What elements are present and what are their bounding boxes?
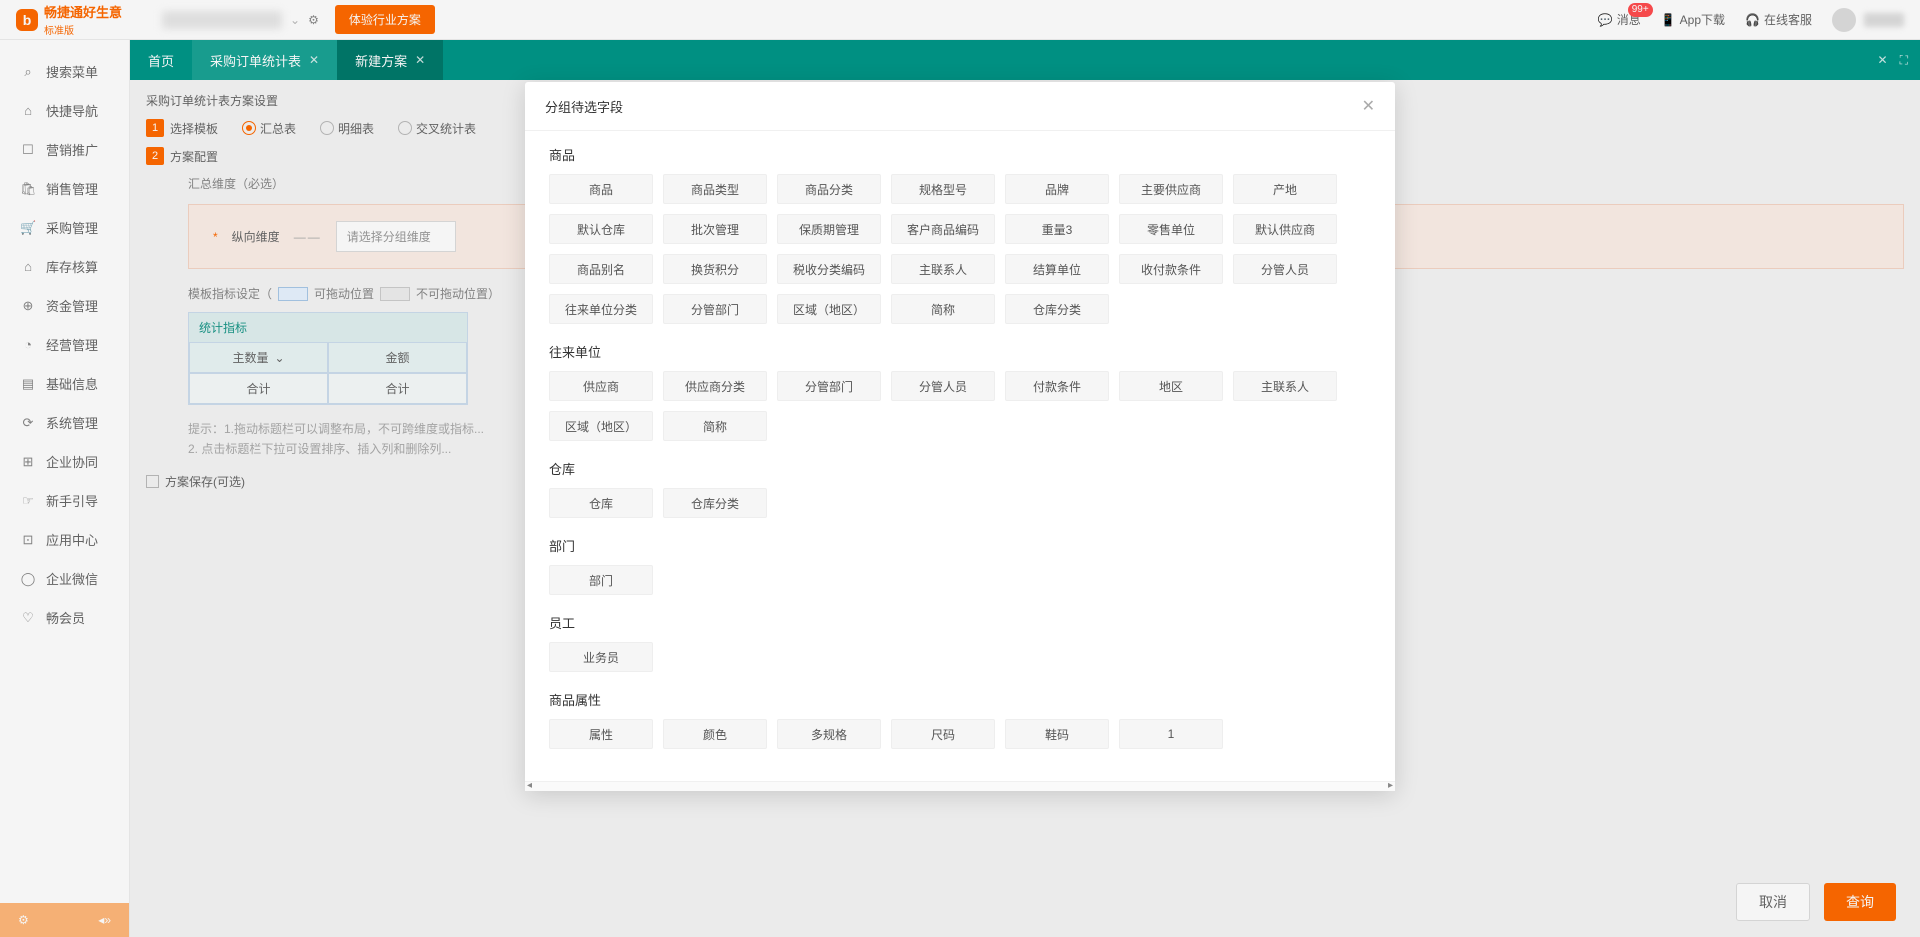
field-group-title: 仓库 xyxy=(549,459,1387,478)
field-chip[interactable]: 区域（地区） xyxy=(549,411,653,441)
field-chip[interactable]: 结算单位 xyxy=(1005,254,1109,284)
field-chip[interactable]: 客户商品编码 xyxy=(891,214,995,244)
modal-h-scrollbar[interactable] xyxy=(525,781,1395,791)
field-chip[interactable]: 供应商分类 xyxy=(663,371,767,401)
field-chip[interactable]: 付款条件 xyxy=(1005,371,1109,401)
field-chip[interactable]: 商品分类 xyxy=(777,174,881,204)
field-selector-modal: 分组待选字段 ✕ 商品商品商品类型商品分类规格型号品牌主要供应商产地默认仓库批次… xyxy=(525,82,1395,791)
field-chip[interactable]: 鞋码 xyxy=(1005,719,1109,749)
close-icon[interactable]: ✕ xyxy=(1362,96,1375,116)
chip-row: 仓库仓库分类 xyxy=(549,488,1387,518)
chip-row: 属性颜色多规格尺码鞋码 1 xyxy=(549,719,1387,749)
field-chip[interactable]: 主联系人 xyxy=(1233,371,1337,401)
field-chip[interactable]: 属性 xyxy=(549,719,653,749)
field-chip[interactable]: 品牌 xyxy=(1005,174,1109,204)
field-chip[interactable]: 分管部门 xyxy=(777,371,881,401)
field-chip[interactable]: 1 xyxy=(1119,719,1223,749)
field-chip[interactable]: 商品别名 xyxy=(549,254,653,284)
chip-row: 部门 xyxy=(549,565,1387,595)
field-chip[interactable]: 保质期管理 xyxy=(777,214,881,244)
field-chip[interactable]: 供应商 xyxy=(549,371,653,401)
field-chip[interactable]: 部门 xyxy=(549,565,653,595)
field-group-title: 往来单位 xyxy=(549,342,1387,361)
field-group: 商品商品商品类型商品分类规格型号品牌主要供应商产地默认仓库批次管理保质期管理客户… xyxy=(549,145,1387,324)
field-chip[interactable]: 地区 xyxy=(1119,371,1223,401)
field-chip[interactable]: 简称 xyxy=(891,294,995,324)
field-group: 部门部门 xyxy=(549,536,1387,595)
modal-header: 分组待选字段 ✕ xyxy=(525,82,1395,131)
field-chip[interactable]: 规格型号 xyxy=(891,174,995,204)
modal-overlay[interactable]: 分组待选字段 ✕ 商品商品商品类型商品分类规格型号品牌主要供应商产地默认仓库批次… xyxy=(0,0,1920,937)
field-chip[interactable]: 主联系人 xyxy=(891,254,995,284)
field-chip[interactable]: 业务员 xyxy=(549,642,653,672)
field-chip[interactable]: 仓库分类 xyxy=(663,488,767,518)
modal-title: 分组待选字段 xyxy=(545,97,623,116)
field-chip[interactable]: 仓库 xyxy=(549,488,653,518)
field-chip[interactable]: 零售单位 xyxy=(1119,214,1223,244)
field-chip[interactable]: 默认供应商 xyxy=(1233,214,1337,244)
field-group: 商品属性属性颜色多规格尺码鞋码 1 xyxy=(549,690,1387,749)
field-chip[interactable]: 区域（地区） xyxy=(777,294,881,324)
field-chip[interactable]: 默认仓库 xyxy=(549,214,653,244)
field-group-title: 部门 xyxy=(549,536,1387,555)
field-chip[interactable]: 分管人员 xyxy=(1233,254,1337,284)
field-chip[interactable]: 收付款条件 xyxy=(1119,254,1223,284)
field-chip[interactable]: 多规格 xyxy=(777,719,881,749)
field-chip[interactable]: 分管部门 xyxy=(663,294,767,324)
field-chip[interactable]: 税收分类编码 xyxy=(777,254,881,284)
field-group: 仓库仓库仓库分类 xyxy=(549,459,1387,518)
field-chip[interactable]: 仓库分类 xyxy=(1005,294,1109,324)
field-group: 往来单位供应商供应商分类分管部门分管人员付款条件地区主联系人区域（地区） 简称 xyxy=(549,342,1387,441)
field-chip[interactable]: 产地 xyxy=(1233,174,1337,204)
field-chip[interactable]: 重量3 xyxy=(1005,214,1109,244)
field-chip[interactable]: 批次管理 xyxy=(663,214,767,244)
field-group-title: 商品属性 xyxy=(549,690,1387,709)
field-group: 员工业务员 xyxy=(549,613,1387,672)
chip-row: 业务员 xyxy=(549,642,1387,672)
field-chip[interactable]: 分管人员 xyxy=(891,371,995,401)
field-group-title: 员工 xyxy=(549,613,1387,632)
modal-body[interactable]: 商品商品商品类型商品分类规格型号品牌主要供应商产地默认仓库批次管理保质期管理客户… xyxy=(525,131,1395,781)
field-chip[interactable]: 尺码 xyxy=(891,719,995,749)
field-chip[interactable]: 颜色 xyxy=(663,719,767,749)
field-chip[interactable]: 换货积分 xyxy=(663,254,767,284)
field-group-title: 商品 xyxy=(549,145,1387,164)
chip-row: 商品商品类型商品分类规格型号品牌主要供应商产地默认仓库批次管理保质期管理客户商品… xyxy=(549,174,1387,324)
field-chip[interactable]: 商品类型 xyxy=(663,174,767,204)
chip-row: 供应商供应商分类分管部门分管人员付款条件地区主联系人区域（地区） 简称 xyxy=(549,371,1387,441)
field-chip[interactable]: 主要供应商 xyxy=(1119,174,1223,204)
field-chip[interactable]: 往来单位分类 xyxy=(549,294,653,324)
field-chip[interactable]: 商品 xyxy=(549,174,653,204)
field-chip[interactable]: 简称 xyxy=(663,411,767,441)
